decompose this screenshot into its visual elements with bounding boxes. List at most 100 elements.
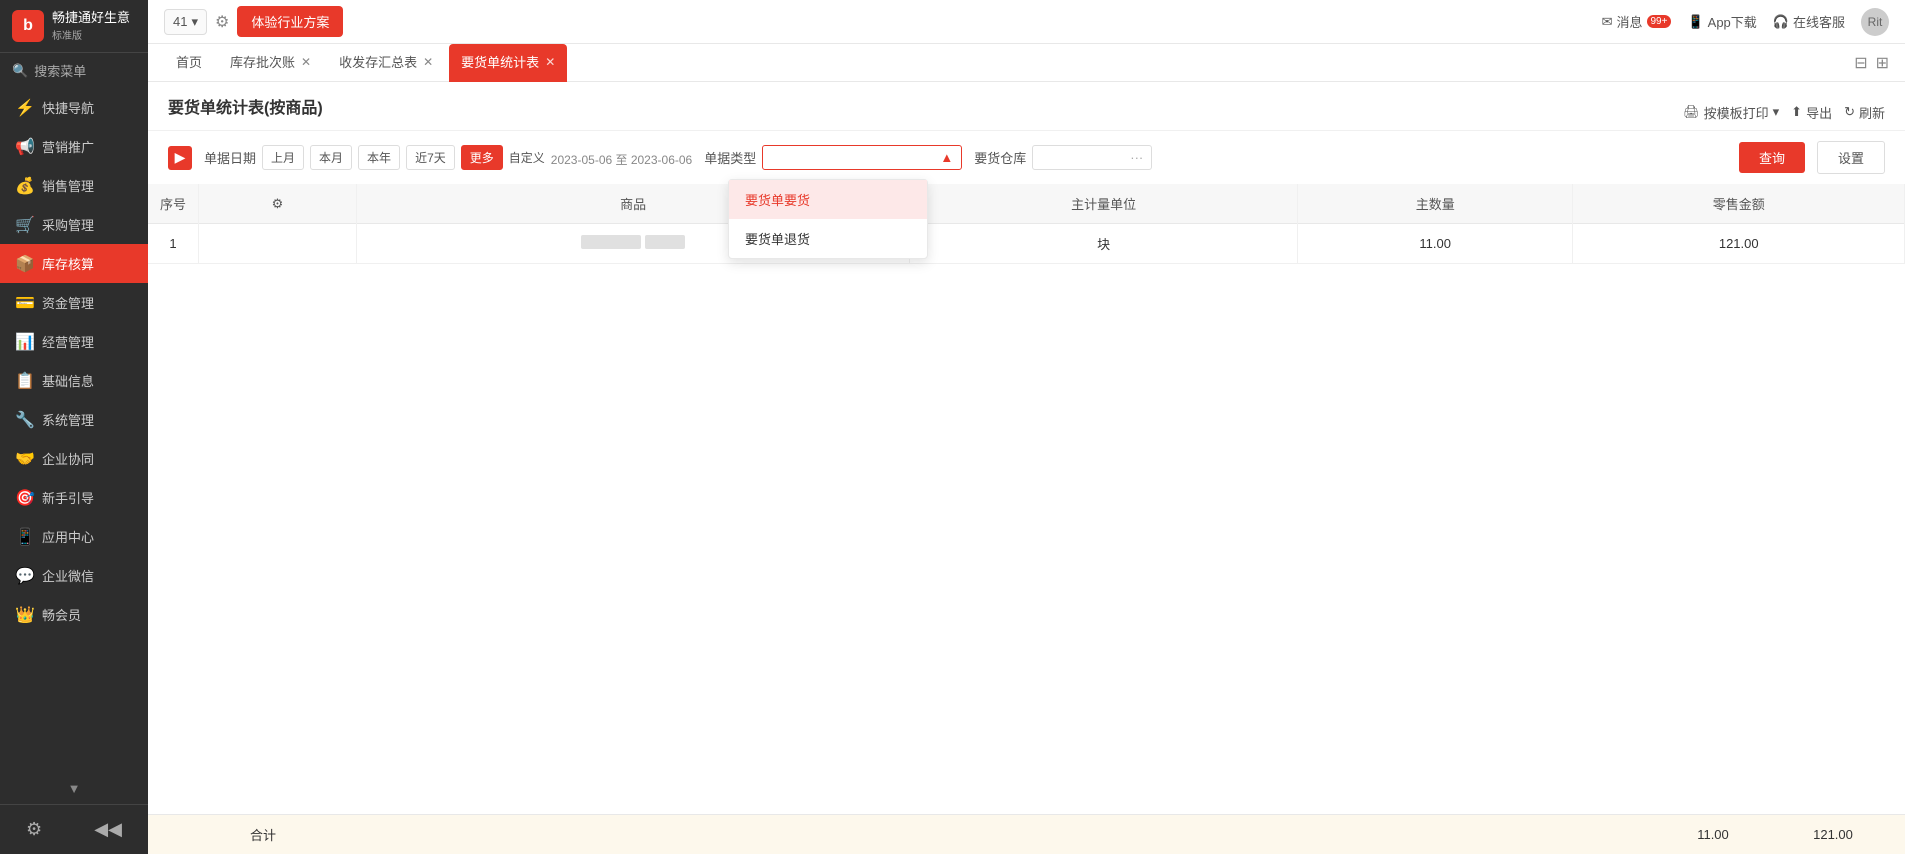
nav-label-sales: 销售管理 [42, 176, 94, 195]
date-custom-btn[interactable]: 自定义 [509, 149, 545, 166]
column-settings-icon[interactable]: ⚙ [272, 196, 284, 212]
date-btn-this-year[interactable]: 本年 [358, 145, 400, 170]
logo-icon: b [12, 10, 44, 42]
footer-quantity: 11.00 [1653, 827, 1773, 842]
print-icon: 🖨 [1683, 104, 1700, 120]
data-table: 序号 ⚙ 商品 主计量单位 主数量 零售金额 1 [148, 184, 1905, 264]
date-btn-last-month[interactable]: 上月 [262, 145, 304, 170]
online-service-btn[interactable]: 🎧 在线客服 [1773, 12, 1845, 31]
app-download-btn[interactable]: 📱 App下载 [1687, 12, 1756, 31]
tab-inventory-batch[interactable]: 库存批次账 ✕ [218, 44, 323, 82]
tab-receive-summary[interactable]: 收发存汇总表 ✕ [327, 44, 445, 82]
cell-unit: 块 [910, 224, 1297, 264]
headset-icon: 🎧 [1773, 14, 1789, 30]
dropdown-arrow-icon: ▾ [191, 14, 198, 30]
sidebar-scroll-down[interactable]: ▼ [64, 777, 85, 800]
export-btn[interactable]: ⬆ 导出 [1791, 103, 1832, 122]
nav-icon-basic-info: 📋 [16, 372, 34, 390]
sidebar-item-operations[interactable]: 📊 经营管理 [0, 322, 148, 361]
tab-label-order-stats: 要货单统计表 [461, 52, 539, 71]
page-actions: 🖨 按模板打印 ▾ ⬆ 导出 ↻ 刷新 [1683, 103, 1885, 122]
dropdown-item-order-goods[interactable]: 要货单要货 [729, 180, 927, 219]
tab-order-stats[interactable]: 要货单统计表 ✕ [449, 44, 567, 82]
tab-label-receive-summary: 收发存汇总表 [339, 52, 417, 71]
sidebar-item-enterprise[interactable]: 🤝 企业协同 [0, 439, 148, 478]
doc-type-label: 单据类型 [704, 148, 756, 167]
messages-badge: 99+ [1647, 15, 1672, 28]
cell-amount: 121.00 [1573, 224, 1905, 264]
date-range-display: 2023-05-06 至 2023-06-06 [551, 153, 692, 167]
sidebar-search-label: 搜索菜单 [34, 61, 86, 80]
nav-icon-member: 👑 [16, 606, 34, 624]
nav-icon-app-center: 📱 [16, 528, 34, 546]
topbar-settings-icon[interactable]: ⚙ [215, 12, 229, 32]
tab-close-order-stats[interactable]: ✕ [545, 56, 555, 68]
sidebar-item-marketing[interactable]: 📢 营销推广 [0, 127, 148, 166]
settings-btn[interactable]: ⚙ [22, 815, 46, 844]
warehouse-label: 要货仓库 [974, 148, 1026, 167]
doc-type-dropdown: 要货单要货要货单退货 [728, 179, 928, 259]
nav-label-operations: 经营管理 [42, 332, 94, 351]
tab-close-inventory-batch[interactable]: ✕ [301, 56, 311, 68]
nav-label-basic-info: 基础信息 [42, 371, 94, 390]
table-row: 1 块 11.00 121.00 [148, 224, 1905, 264]
tabs-minimize-icon[interactable]: ⊟ [1854, 53, 1867, 73]
set-btn[interactable]: 设置 [1817, 141, 1885, 174]
tabs-expand-icon[interactable]: ⊞ [1876, 53, 1889, 73]
date-btn-this-month[interactable]: 本月 [310, 145, 352, 170]
nav-icon-sales: 💰 [16, 177, 34, 195]
sidebar-item-app-center[interactable]: 📱 应用中心 [0, 517, 148, 556]
search-icon: 🔍 [12, 63, 28, 79]
warehouse-select[interactable]: ··· [1032, 145, 1152, 170]
table-body: 1 块 11.00 121.00 [148, 224, 1905, 264]
sidebar-bottom: ⚙ ◀◀ [0, 804, 148, 854]
dropdown-item-order-return[interactable]: 要货单退货 [729, 219, 927, 258]
col-unit: 主计量单位 [910, 184, 1297, 224]
sidebar-item-sales[interactable]: 💰 销售管理 [0, 166, 148, 205]
app-logo: b 畅捷通好生意 标准版 [0, 0, 148, 53]
sidebar-item-system[interactable]: 🔧 系统管理 [0, 400, 148, 439]
table-footer: 合计 11.00 121.00 [148, 814, 1905, 854]
sidebar-item-inventory[interactable]: 📦 库存核算 [0, 244, 148, 283]
footer-label-cell: 合计 [250, 825, 1553, 844]
sidebar-item-member[interactable]: 👑 畅会员 [0, 595, 148, 634]
sidebar-item-guide[interactable]: 🎯 新手引导 [0, 478, 148, 517]
tabs-bar: 首页库存批次账 ✕收发存汇总表 ✕要货单统计表 ✕ ⊟ ⊞ [148, 44, 1905, 82]
nav-icon-operations: 📊 [16, 333, 34, 351]
filter-expand-btn[interactable]: ▶ [168, 146, 192, 170]
sidebar-item-purchase[interactable]: 🛒 采购管理 [0, 205, 148, 244]
col-amount: 零售金额 [1573, 184, 1905, 224]
sidebar-item-quick-nav[interactable]: ⚡ 快捷导航 [0, 88, 148, 127]
user-menu[interactable]: Rit [1861, 8, 1889, 36]
sidebar-item-wechat[interactable]: 💬 企业微信 [0, 556, 148, 595]
date-btn-more[interactable]: 更多 [461, 145, 503, 170]
print-btn[interactable]: 🖨 按模板打印 ▾ [1683, 103, 1779, 122]
messages-btn[interactable]: ✉ 消息 99+ [1602, 12, 1672, 31]
topbar-right: ✉ 消息 99+ 📱 App下载 🎧 在线客服 Rit [1602, 8, 1889, 36]
query-btn[interactable]: 查询 [1739, 142, 1805, 173]
sidebar-search[interactable]: 🔍 搜索菜单 [0, 53, 148, 88]
doc-type-select[interactable]: ▲ [762, 145, 962, 170]
refresh-btn[interactable]: ↻ 刷新 [1844, 103, 1885, 122]
nav-label-purchase: 采购管理 [42, 215, 94, 234]
nav-icon-inventory: 📦 [16, 255, 34, 273]
company-selector[interactable]: 41 ▾ [164, 9, 207, 35]
user-name: Rit [1868, 15, 1883, 29]
industry-btn[interactable]: 体验行业方案 [237, 6, 343, 37]
avatar: Rit [1861, 8, 1889, 36]
sidebar-item-finance[interactable]: 💳 资金管理 [0, 283, 148, 322]
col-settings[interactable]: ⚙ [199, 184, 357, 224]
export-icon: ⬆ [1791, 104, 1802, 120]
tab-home[interactable]: 首页 [164, 44, 214, 82]
content-area: 要货单统计表(按商品) 🖨 按模板打印 ▾ ⬆ 导出 ↻ 刷新 [148, 82, 1905, 854]
cell-quantity: 11.00 [1297, 224, 1573, 264]
refresh-icon: ↻ [1844, 104, 1855, 120]
date-btn-7days[interactable]: 近7天 [406, 145, 455, 170]
col-seq: 序号 [148, 184, 199, 224]
tab-close-receive-summary[interactable]: ✕ [423, 56, 433, 68]
collapse-btn[interactable]: ◀◀ [90, 815, 126, 844]
nav-label-inventory: 库存核算 [42, 254, 94, 273]
nav-icon-guide: 🎯 [16, 489, 34, 507]
sidebar-item-basic-info[interactable]: 📋 基础信息 [0, 361, 148, 400]
table-container: 序号 ⚙ 商品 主计量单位 主数量 零售金额 1 [148, 184, 1905, 814]
